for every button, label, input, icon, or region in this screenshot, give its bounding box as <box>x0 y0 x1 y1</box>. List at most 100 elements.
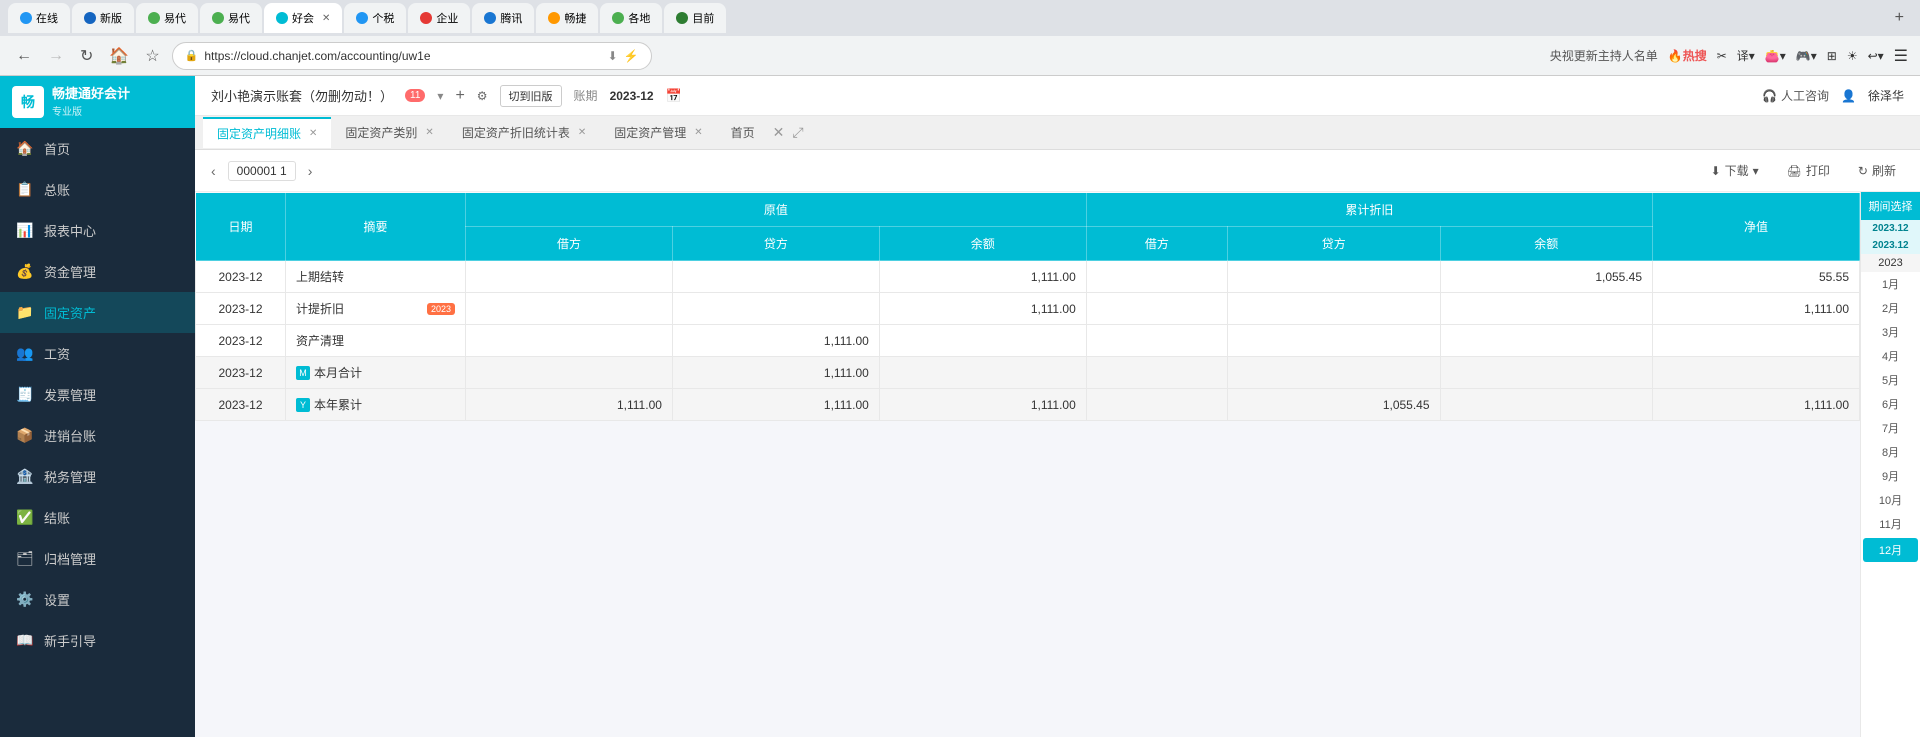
wallet-icon[interactable]: 👛▾ <box>1765 49 1786 63</box>
browser-tab-3[interactable]: 易代 <box>200 3 262 33</box>
browser-tab-5[interactable]: 个税 <box>344 3 406 33</box>
sidebar-item-固定资产[interactable]: 📁固定资产 <box>0 292 195 333</box>
cell-acc-credit <box>1228 293 1441 325</box>
sidebar-item-资金管理[interactable]: 💰资金管理 <box>0 251 195 292</box>
cell-date: 2023-12 <box>196 357 286 389</box>
cell-acc-debit <box>1086 357 1227 389</box>
page-tab-3[interactable]: 固定资产类别✕ <box>331 118 447 147</box>
sidebar-label-5: 工资 <box>44 344 70 363</box>
cell-acc-balance <box>1440 293 1653 325</box>
sidebar-item-新手引导[interactable]: 📖新手引导 <box>0 620 195 661</box>
browser-tab-0[interactable]: 在线 <box>8 3 70 33</box>
cell-acc-debit <box>1086 261 1227 293</box>
switch-version-btn[interactable]: 切到旧版 <box>500 85 562 107</box>
nav-refresh-btn[interactable]: ↻ <box>76 42 97 70</box>
refresh-btn[interactable]: ↻ 刷新 <box>1850 158 1904 183</box>
browser-tab-6[interactable]: 企业 <box>408 3 470 33</box>
period-month-9月[interactable]: 9月 <box>1861 464 1920 488</box>
cell-net-value: 55.55 <box>1653 261 1860 293</box>
sidebar-item-报表中心[interactable]: 📊报表中心 <box>0 210 195 251</box>
customer-service-btn[interactable]: 🎧 人工咨询 <box>1762 87 1829 104</box>
address-url: https://cloud.chanjet.com/accounting/uw1… <box>204 49 430 63</box>
period-month-5月[interactable]: 5月 <box>1861 368 1920 392</box>
account-dropdown-icon[interactable]: ▾ <box>437 89 443 103</box>
download-btn[interactable]: ⬇ 下载 ▾ <box>1703 158 1767 183</box>
browser-tab-10[interactable]: 目前 <box>664 3 726 33</box>
calendar-icon[interactable]: 📅 <box>666 88 682 104</box>
tab-expand-btn[interactable]: ⤢ <box>788 120 807 145</box>
period-label: 账期 <box>574 87 598 104</box>
sidebar-label-2: 报表中心 <box>44 221 96 240</box>
scissors-icon[interactable]: ✂ <box>1717 49 1727 63</box>
browser-tab-8[interactable]: 畅捷 <box>536 3 598 33</box>
browser-tab-9[interactable]: 各地 <box>600 3 662 33</box>
download-label: 下载 <box>1725 162 1749 179</box>
undo-icon[interactable]: ↩▾ <box>1868 49 1884 63</box>
page-tab-0[interactable]: 首页 <box>717 118 769 147</box>
account-number-field[interactable]: 000001 1 <box>228 161 296 181</box>
sidebar-icon-3: 💰 <box>16 263 34 281</box>
th-acc-balance: 余额 <box>1440 227 1653 261</box>
brightness-icon[interactable]: ☀ <box>1847 49 1858 63</box>
cell-orig-credit <box>672 293 879 325</box>
address-expand-icon[interactable]: ⬇ <box>608 49 618 63</box>
cell-acc-balance <box>1440 389 1653 421</box>
hot-search-label[interactable]: 🔥热搜 <box>1668 47 1707 64</box>
ledger-table: 日期 摘要 原值 累计折旧 净值 借方 贷方 余额 借方 贷方 余额 <box>195 192 1860 421</box>
cell-acc-debit <box>1086 389 1227 421</box>
sidebar-item-工资[interactable]: 👥工资 <box>0 333 195 374</box>
sidebar-item-归档管理[interactable]: 🗂归档管理 <box>0 538 195 579</box>
sidebar-label-12: 新手引导 <box>44 631 96 650</box>
period-month-6月[interactable]: 6月 <box>1861 392 1920 416</box>
page-tab-close-2[interactable]: ✕ <box>578 127 586 138</box>
prev-account-btn[interactable]: ‹ <box>211 163 216 179</box>
tab-close-all-btn[interactable]: ✕ <box>769 120 789 145</box>
page-tab-close-4[interactable]: ✕ <box>309 128 317 139</box>
period-month-10月[interactable]: 10月 <box>1861 488 1920 512</box>
browser-tab-1[interactable]: 新版 <box>72 3 134 33</box>
period-month-12月[interactable]: 12月 <box>1863 538 1918 562</box>
add-account-btn[interactable]: + <box>455 87 464 105</box>
cell-orig-balance <box>879 325 1086 357</box>
game-icon[interactable]: 🎮▾ <box>1796 49 1817 63</box>
sidebar-item-发票管理[interactable]: 🧾发票管理 <box>0 374 195 415</box>
sidebar-icon-6: 🧾 <box>16 386 34 404</box>
page-tab-2[interactable]: 固定资产折旧统计表✕ <box>448 118 600 147</box>
sidebar-item-设置[interactable]: ⚙️设置 <box>0 579 195 620</box>
sidebar-title: 畅捷通好会计 <box>52 86 130 103</box>
sidebar-item-总账[interactable]: 📋总账 <box>0 169 195 210</box>
settings-icon[interactable]: ⚙ <box>477 89 488 103</box>
user-name[interactable]: 徐泽华 <box>1868 87 1904 104</box>
period-month-8月[interactable]: 8月 <box>1861 440 1920 464</box>
translate-icon[interactable]: 译▾ <box>1737 47 1755 64</box>
period-month-4月[interactable]: 4月 <box>1861 344 1920 368</box>
period-month-3月[interactable]: 3月 <box>1861 320 1920 344</box>
browser-tab-7[interactable]: 腾讯 <box>472 3 534 33</box>
address-flash-icon[interactable]: ⚡ <box>624 49 639 63</box>
next-account-btn[interactable]: › <box>308 163 313 179</box>
period-month-1月[interactable]: 1月 <box>1861 272 1920 296</box>
period-month-11月[interactable]: 11月 <box>1861 512 1920 536</box>
nav-forward-btn[interactable]: → <box>44 43 68 69</box>
nav-back-btn[interactable]: ← <box>12 43 36 69</box>
sidebar-item-进销台账[interactable]: 📦进销台账 <box>0 415 195 456</box>
browser-tab-2[interactable]: 易代 <box>136 3 198 33</box>
grid-icon[interactable]: ⊞ <box>1827 49 1837 63</box>
page-tab-4[interactable]: 固定资产明细账✕ <box>203 117 331 148</box>
browser-tab-4[interactable]: 好会✕ <box>264 3 342 33</box>
sidebar-item-首页[interactable]: 🏠首页 <box>0 128 195 169</box>
period-month-7月[interactable]: 7月 <box>1861 416 1920 440</box>
address-bar[interactable]: 🔒 https://cloud.chanjet.com/accounting/u… <box>172 42 652 70</box>
menu-icon[interactable]: ☰ <box>1894 46 1908 66</box>
nav-bookmark-btn[interactable]: ☆ <box>141 42 163 70</box>
page-tab-close-1[interactable]: ✕ <box>694 127 702 138</box>
sidebar-item-税务管理[interactable]: 🏦税务管理 <box>0 456 195 497</box>
print-btn[interactable]: 🖨 打印 <box>1779 158 1838 183</box>
page-tab-1[interactable]: 固定资产管理✕ <box>600 118 716 147</box>
nav-home-btn[interactable]: 🏠 <box>105 42 133 70</box>
sidebar-item-结账[interactable]: ✅结账 <box>0 497 195 538</box>
period-month-2月[interactable]: 2月 <box>1861 296 1920 320</box>
period-year[interactable]: 2023 <box>1861 254 1920 272</box>
page-tab-close-3[interactable]: ✕ <box>425 127 433 138</box>
tab-add-btn[interactable]: + <box>1887 5 1912 31</box>
